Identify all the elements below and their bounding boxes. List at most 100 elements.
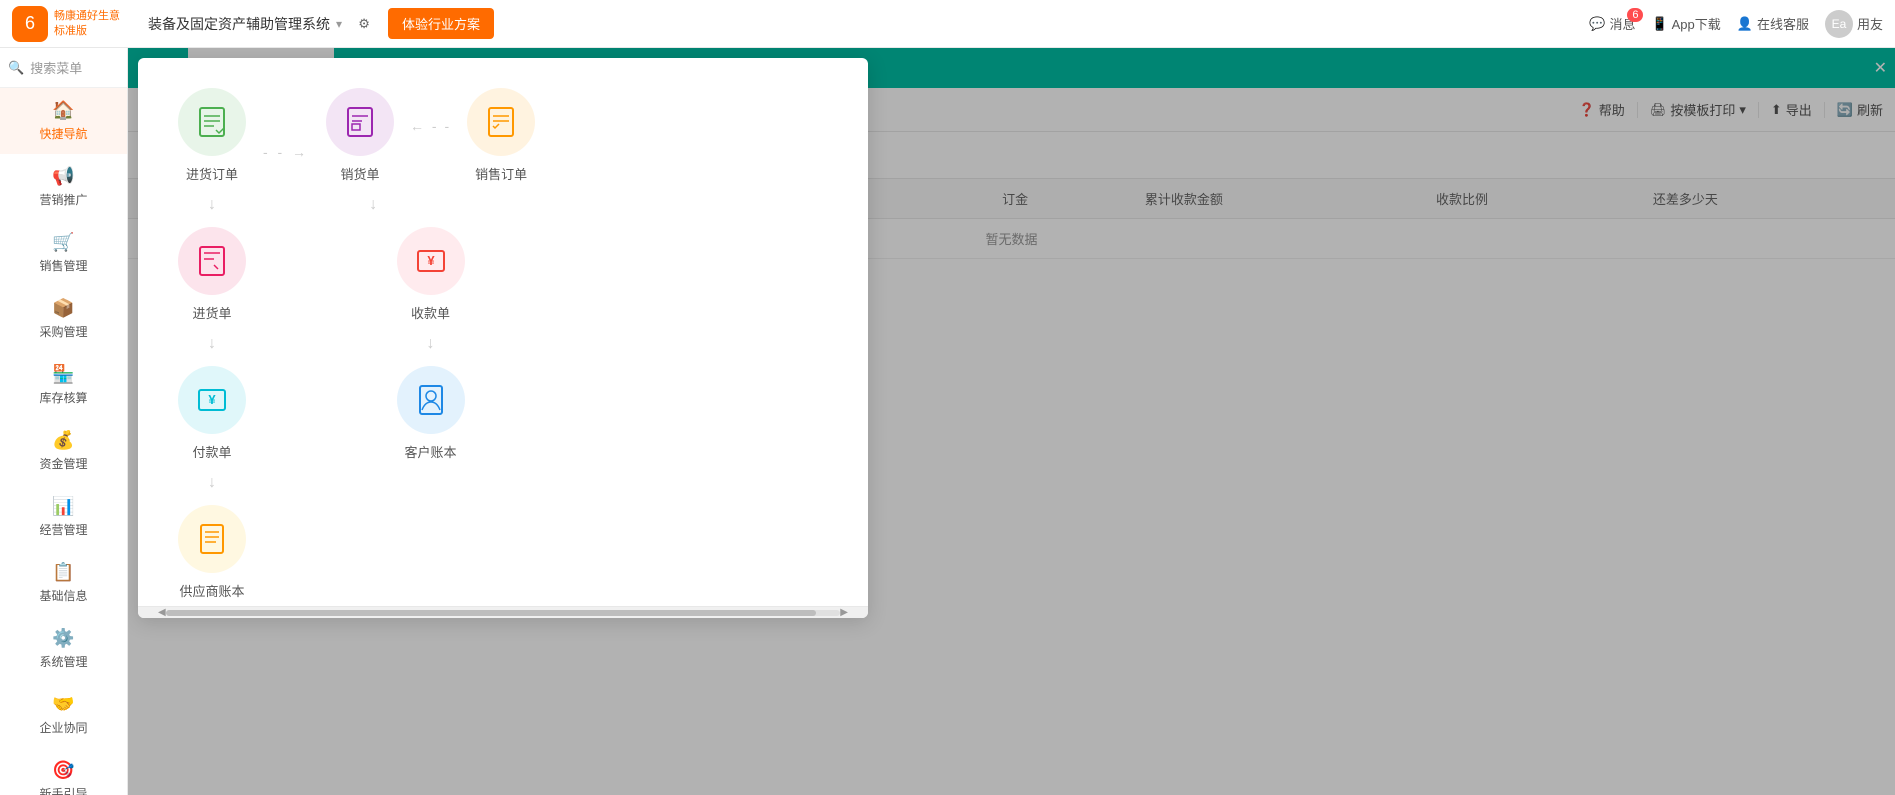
sidebar-icon-operation: 📊 xyxy=(52,496,74,517)
sidebar-label-enterprise: 企业协同 xyxy=(39,719,87,736)
settings-button[interactable]: ⚙ xyxy=(350,10,378,38)
purchase-slip-circle xyxy=(178,227,246,295)
supplier-ledger-circle xyxy=(178,505,246,573)
top-bar: 6 畅康通好生意 标准版 装备及固定资产辅助管理系统 ▾ ⚙ 体验行业方案 💬 … xyxy=(0,0,1895,48)
avatar: Ea xyxy=(1825,10,1853,38)
scroll-track xyxy=(166,610,841,616)
scroll-left-icon[interactable]: ◀ xyxy=(158,607,166,618)
sidebar-icon-finance: 💰 xyxy=(52,430,74,451)
service-icon: 👤 xyxy=(1737,16,1753,32)
sidebar-item-basic-info[interactable]: 📋 基础信息 xyxy=(0,550,127,616)
sidebar-label-newbie: 新手引导 xyxy=(39,785,87,795)
purchase-order-label: 进货订单 xyxy=(186,164,238,183)
scroll-right-icon[interactable]: ▶ xyxy=(840,607,848,618)
sales-order-node: 销售订单 xyxy=(457,78,545,193)
sidebar: 🔍 搜索菜单 🏠 快捷导航 📢 营销推广 🛒销售管理 📦 采购管理 🏪库存核算 💰 资金管理 📊经营… xyxy=(0,48,128,795)
download-icon: 📱 xyxy=(1651,16,1667,32)
flow-overlay[interactable]: 进货订单 ↓ 进货单 xyxy=(128,48,1895,795)
sidebar-item-enterprise[interactable]: 🤝 企业协同 xyxy=(0,682,127,748)
sidebar-item-system[interactable]: ⚙️ 系统管理 xyxy=(0,616,127,682)
supplier-ledger-label: 供应商账本 xyxy=(179,581,244,600)
customer-ledger-circle xyxy=(397,366,465,434)
sidebar-icon-system: ⚙️ xyxy=(52,628,74,649)
sidebar-icon-inventory: 🏪 xyxy=(52,364,74,385)
svg-text:¥: ¥ xyxy=(427,253,435,268)
receipt-slip-node: ¥ 收款单 xyxy=(387,217,475,332)
sidebar-search[interactable]: 🔍 搜索菜单 xyxy=(0,48,127,88)
sidebar-icon-marketing: 📢 xyxy=(52,166,74,187)
sidebar-item-inventory[interactable]: 🏪库存核算 xyxy=(0,352,127,418)
sidebar-item-marketing[interactable]: 📢 营销推广 xyxy=(0,154,127,220)
svg-text:¥: ¥ xyxy=(208,392,216,407)
sidebar-icon-purchase: 📦 xyxy=(52,298,74,319)
message-badge: 6 xyxy=(1627,8,1643,22)
sidebar-label-system: 系统管理 xyxy=(39,653,87,670)
sidebar-item-purchase[interactable]: 📦 采购管理 xyxy=(0,286,127,352)
payment-slip-circle: ¥ xyxy=(178,366,246,434)
receipt-slip-circle: ¥ xyxy=(397,227,465,295)
arrow-v1: ↓ xyxy=(208,193,216,217)
sidebar-item-quick-nav[interactable]: 🏠 快捷导航 xyxy=(0,88,127,154)
sales-slip-node: 销货单 xyxy=(316,78,404,193)
customer-ledger-label: 客户账本 xyxy=(405,442,457,461)
sidebar-icon-quick-nav: 🏠 xyxy=(52,100,74,121)
supplier-ledger-node: 供应商账本 xyxy=(168,495,256,606)
logo-area: 6 畅康通好生意 标准版 xyxy=(12,6,140,42)
popup-content: 进货订单 ↓ 进货单 xyxy=(138,58,868,606)
sidebar-item-newbie[interactable]: 🎯新手引导 xyxy=(0,748,127,795)
content-area: 首页 销售订单执行表 ✕ ✕ ❓ 帮助 🖨 按模板打印 xyxy=(128,48,1895,795)
sidebar-items: 🏠 快捷导航 📢 营销推广 🛒销售管理 📦 采购管理 🏪库存核算 💰 资金管理 📊经营管理 📋 基础信息… xyxy=(0,88,127,795)
sales-order-label: 销售订单 xyxy=(475,164,527,183)
scroll-thumb xyxy=(166,610,816,616)
sidebar-item-sales[interactable]: 🛒销售管理 xyxy=(0,220,127,286)
search-icon: 🔍 xyxy=(8,60,24,76)
app-title: 装备及固定资产辅助管理系统 xyxy=(148,14,330,34)
purchase-order-circle xyxy=(178,88,246,156)
sales-top-row: 销货单 ← - - 销售订单 xyxy=(316,78,545,193)
flow-diagram: 进货订单 ↓ 进货单 xyxy=(168,78,838,606)
sidebar-label-finance: 资金管理 xyxy=(39,455,87,472)
sales-order-circle xyxy=(467,88,535,156)
sidebar-label-sales: 销售管理 xyxy=(39,257,87,274)
sidebar-label-basic-info: 基础信息 xyxy=(39,587,87,604)
sales-bottom-row: ¥ 收款单 xyxy=(387,217,475,332)
sales-slip-circle xyxy=(326,88,394,156)
logo-text: 畅康通好生意 标准版 xyxy=(54,9,120,38)
popup-scrollbar[interactable]: ◀ ▶ xyxy=(138,606,868,618)
sales-slip-label: 销货单 xyxy=(340,164,379,183)
sidebar-item-finance[interactable]: 💰 资金管理 xyxy=(0,418,127,484)
sidebar-icon-enterprise: 🤝 xyxy=(52,694,74,715)
purchase-slip-node: 进货单 xyxy=(168,217,256,332)
customer-ledger-node: 客户账本 xyxy=(387,356,475,471)
experience-button[interactable]: 体验行业方案 xyxy=(388,8,494,39)
sidebar-item-operation[interactable]: 📊经营管理 xyxy=(0,484,127,550)
arrow-v3: ↓ xyxy=(208,471,216,495)
message-button[interactable]: 💬 消息 6 xyxy=(1589,14,1635,33)
v-arrows-row: ↓ xyxy=(316,193,545,217)
sidebar-label-quick-nav: 快捷导航 xyxy=(39,125,87,142)
user-menu-button[interactable]: Ea 用友 xyxy=(1825,10,1883,38)
logo-char: 6 xyxy=(25,13,35,34)
receipt-slip-label: 收款单 xyxy=(411,303,450,322)
arrow-v4: ↓ xyxy=(316,193,431,217)
arrow-v2: ↓ xyxy=(208,332,216,356)
popup-card: 进货订单 ↓ 进货单 xyxy=(138,58,868,618)
h-arrow-dashed1: - - → xyxy=(256,108,316,196)
app-title-area: 装备及固定资产辅助管理系统 ▾ xyxy=(148,14,342,34)
dropdown-arrow-icon[interactable]: ▾ xyxy=(336,17,342,31)
search-inner[interactable]: 🔍 搜索菜单 xyxy=(8,58,119,77)
h-arrow-dashed2: ← - - xyxy=(404,118,457,154)
top-right-actions: 💬 消息 6 📱 App下载 👤 在线客服 Ea 用友 xyxy=(1589,10,1883,38)
main-area: 🔍 搜索菜单 🏠 快捷导航 📢 营销推广 🛒销售管理 📦 采购管理 🏪库存核算 💰 资金管理 📊经营… xyxy=(0,48,1895,795)
purchase-order-node: 进货订单 xyxy=(168,78,256,193)
sidebar-label-purchase: 采购管理 xyxy=(39,323,87,340)
sidebar-label-marketing: 营销推广 xyxy=(39,191,87,208)
logo-icon: 6 xyxy=(12,6,48,42)
h-arrows: - - → xyxy=(256,78,316,196)
arrow-v5: ↓ xyxy=(427,332,435,356)
app-container: 6 畅康通好生意 标准版 装备及固定资产辅助管理系统 ▾ ⚙ 体验行业方案 💬 … xyxy=(0,0,1895,795)
online-service-button[interactable]: 👤 在线客服 xyxy=(1737,14,1809,33)
left-column: 进货订单 ↓ 进货单 xyxy=(168,78,256,606)
app-download-button[interactable]: 📱 App下载 xyxy=(1651,14,1720,33)
sidebar-icon-basic-info: 📋 xyxy=(52,562,74,583)
